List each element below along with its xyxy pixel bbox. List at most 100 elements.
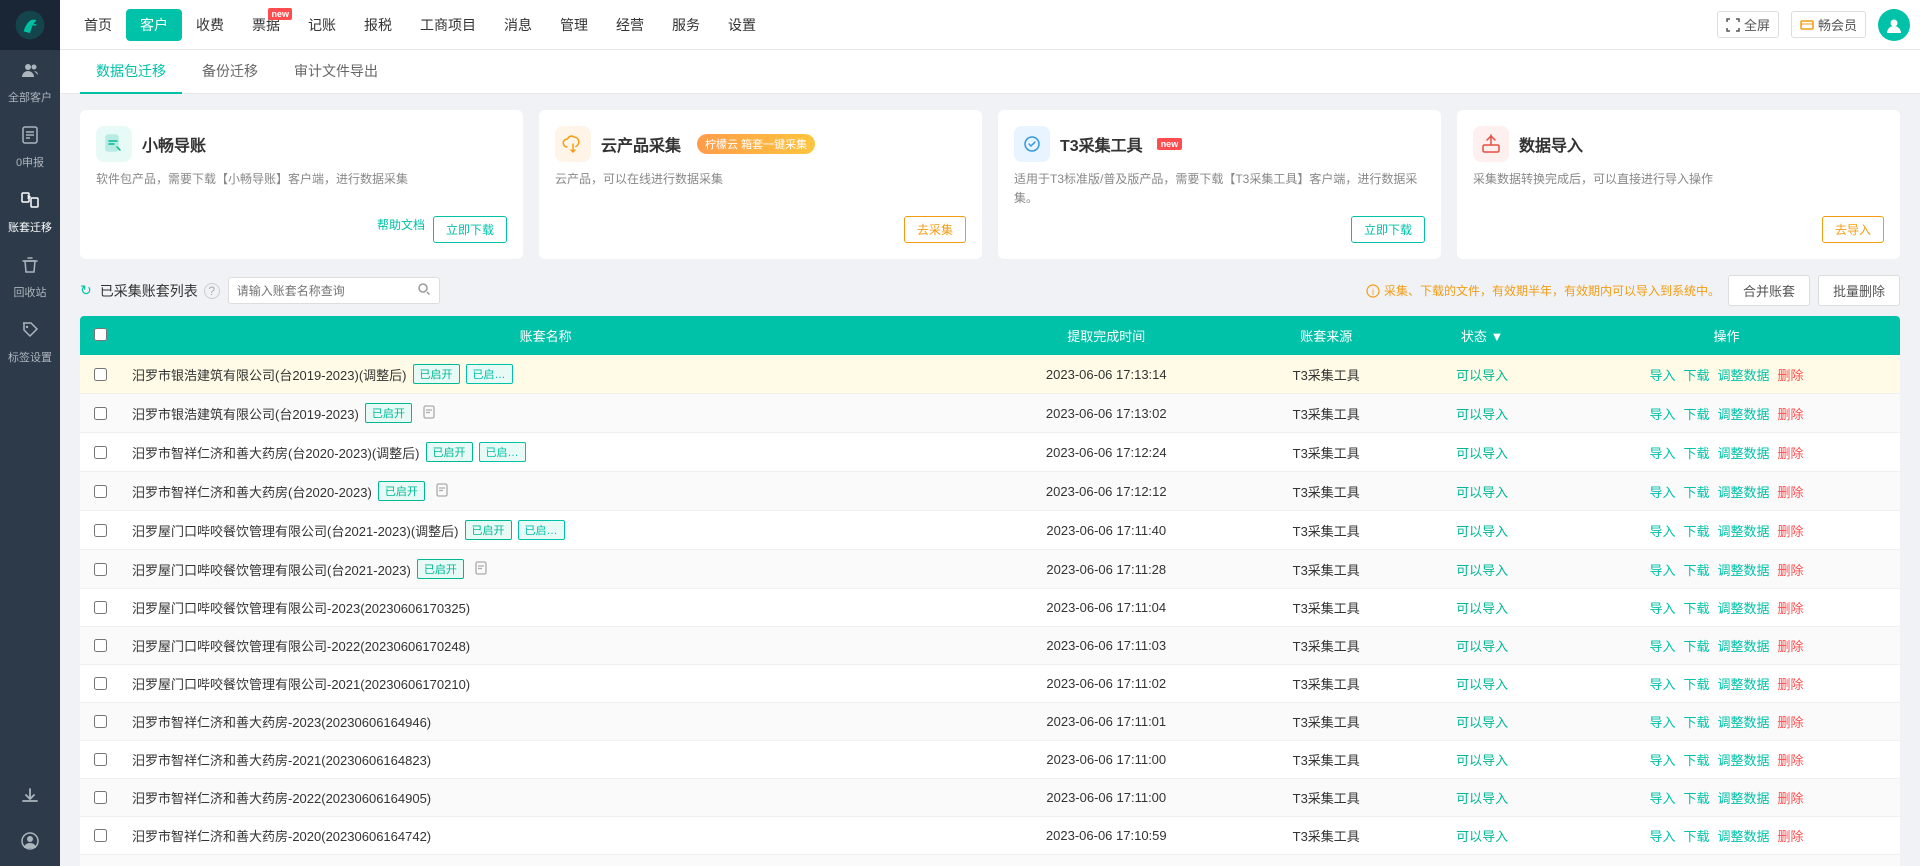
nav-operation[interactable]: 经营 [602,0,658,50]
action-导入[interactable]: 导入 [1649,791,1675,806]
action-导入[interactable]: 导入 [1649,563,1675,578]
action-下载[interactable]: 下载 [1683,601,1709,616]
sidebar-item-账套迁移[interactable]: 账套迁移 [0,180,60,245]
action-下载[interactable]: 下载 [1683,524,1709,539]
nav-customer[interactable]: 客户 [126,9,182,41]
nav-business[interactable]: 工商项目 [406,0,490,50]
action-调整数据[interactable]: 调整数据 [1717,563,1769,578]
vip-button[interactable]: 畅会员 [1791,11,1866,38]
action-下载[interactable]: 下载 [1683,677,1709,692]
action-调整数据[interactable]: 调整数据 [1717,715,1769,730]
nav-manage[interactable]: 管理 [546,0,602,50]
help-icon[interactable]: ? [204,283,220,299]
action-下载[interactable]: 下载 [1683,791,1709,806]
search-button[interactable] [409,278,439,303]
tab-backup-migration[interactable]: 备份迁移 [186,50,274,94]
card-help-link[interactable]: 帮助文档 [377,216,425,243]
row-checkbox[interactable] [94,524,107,537]
action-导入[interactable]: 导入 [1649,753,1675,768]
nav-tax[interactable]: 报税 [350,0,406,50]
action-调整数据[interactable]: 调整数据 [1717,791,1769,806]
nav-bookkeeping[interactable]: 记账 [294,0,350,50]
action-删除[interactable]: 删除 [1778,677,1804,692]
nav-message[interactable]: 消息 [490,0,546,50]
sidebar-item-all-clients[interactable]: 全部客户 [0,50,60,115]
merge-button[interactable]: 合并账套 [1728,275,1810,306]
action-导入[interactable]: 导入 [1649,446,1675,461]
action-导入[interactable]: 导入 [1649,639,1675,654]
action-下载[interactable]: 下载 [1683,446,1709,461]
action-调整数据[interactable]: 调整数据 [1717,446,1769,461]
action-下载[interactable]: 下载 [1683,368,1709,383]
card-download-btn-xiaochangzhang[interactable]: 立即下载 [433,216,507,243]
sidebar-item-user[interactable] [20,821,40,866]
refresh-icon[interactable]: ↻ [80,282,92,299]
batch-delete-button[interactable]: 批量删除 [1818,275,1900,306]
action-删除[interactable]: 删除 [1778,563,1804,578]
action-下载[interactable]: 下载 [1683,639,1709,654]
action-下载[interactable]: 下载 [1683,485,1709,500]
action-调整数据[interactable]: 调整数据 [1717,639,1769,654]
action-导入[interactable]: 导入 [1649,524,1675,539]
card-import-btn[interactable]: 去导入 [1822,216,1884,243]
action-删除[interactable]: 删除 [1778,601,1804,616]
action-调整数据[interactable]: 调整数据 [1717,407,1769,422]
action-删除[interactable]: 删除 [1778,715,1804,730]
row-extra-icon[interactable] [422,405,436,422]
action-导入[interactable]: 导入 [1649,601,1675,616]
action-删除[interactable]: 删除 [1778,791,1804,806]
action-调整数据[interactable]: 调整数据 [1717,524,1769,539]
row-checkbox[interactable] [94,446,107,459]
row-extra-icon[interactable] [474,561,488,578]
action-调整数据[interactable]: 调整数据 [1717,601,1769,616]
row-checkbox[interactable] [94,677,107,690]
sidebar-item-download[interactable] [20,776,40,821]
action-删除[interactable]: 删除 [1778,753,1804,768]
nav-service[interactable]: 服务 [658,0,714,50]
sidebar-item-回收站[interactable]: 回收站 [0,245,60,310]
user-avatar[interactable] [1878,9,1910,41]
row-checkbox[interactable] [94,368,107,381]
nav-settings[interactable]: 设置 [714,0,770,50]
action-下载[interactable]: 下载 [1683,829,1709,844]
row-checkbox[interactable] [94,563,107,576]
fullscreen-button[interactable]: 全屏 [1717,11,1779,38]
action-删除[interactable]: 删除 [1778,446,1804,461]
action-调整数据[interactable]: 调整数据 [1717,485,1769,500]
nav-invoice[interactable]: 票据 new [238,0,294,50]
action-调整数据[interactable]: 调整数据 [1717,677,1769,692]
row-checkbox[interactable] [94,791,107,804]
action-删除[interactable]: 删除 [1778,485,1804,500]
action-删除[interactable]: 删除 [1778,524,1804,539]
row-checkbox[interactable] [94,829,107,842]
action-删除[interactable]: 删除 [1778,829,1804,844]
row-checkbox[interactable] [94,601,107,614]
row-extra-icon[interactable] [435,483,449,500]
action-导入[interactable]: 导入 [1649,368,1675,383]
app-logo[interactable] [0,0,60,50]
row-checkbox[interactable] [94,753,107,766]
select-all-checkbox[interactable] [94,328,107,341]
nav-home[interactable]: 首页 [70,0,126,50]
action-调整数据[interactable]: 调整数据 [1717,368,1769,383]
action-导入[interactable]: 导入 [1649,407,1675,422]
action-下载[interactable]: 下载 [1683,715,1709,730]
sidebar-item-标签设置[interactable]: 标签设置 [0,310,60,375]
action-导入[interactable]: 导入 [1649,677,1675,692]
card-download-btn-t3[interactable]: 立即下载 [1351,216,1425,243]
action-导入[interactable]: 导入 [1649,829,1675,844]
action-调整数据[interactable]: 调整数据 [1717,829,1769,844]
card-collect-btn[interactable]: 去采集 [904,216,966,243]
row-checkbox[interactable] [94,407,107,420]
tab-data-migration[interactable]: 数据包迁移 [80,50,182,94]
row-checkbox[interactable] [94,715,107,728]
row-checkbox[interactable] [94,485,107,498]
action-下载[interactable]: 下载 [1683,407,1709,422]
action-删除[interactable]: 删除 [1778,639,1804,654]
search-input[interactable] [229,280,409,302]
sidebar-item-申报[interactable]: 0申报 [0,115,60,180]
action-删除[interactable]: 删除 [1778,368,1804,383]
action-下载[interactable]: 下载 [1683,753,1709,768]
row-checkbox[interactable] [94,639,107,652]
nav-fee[interactable]: 收费 [182,0,238,50]
